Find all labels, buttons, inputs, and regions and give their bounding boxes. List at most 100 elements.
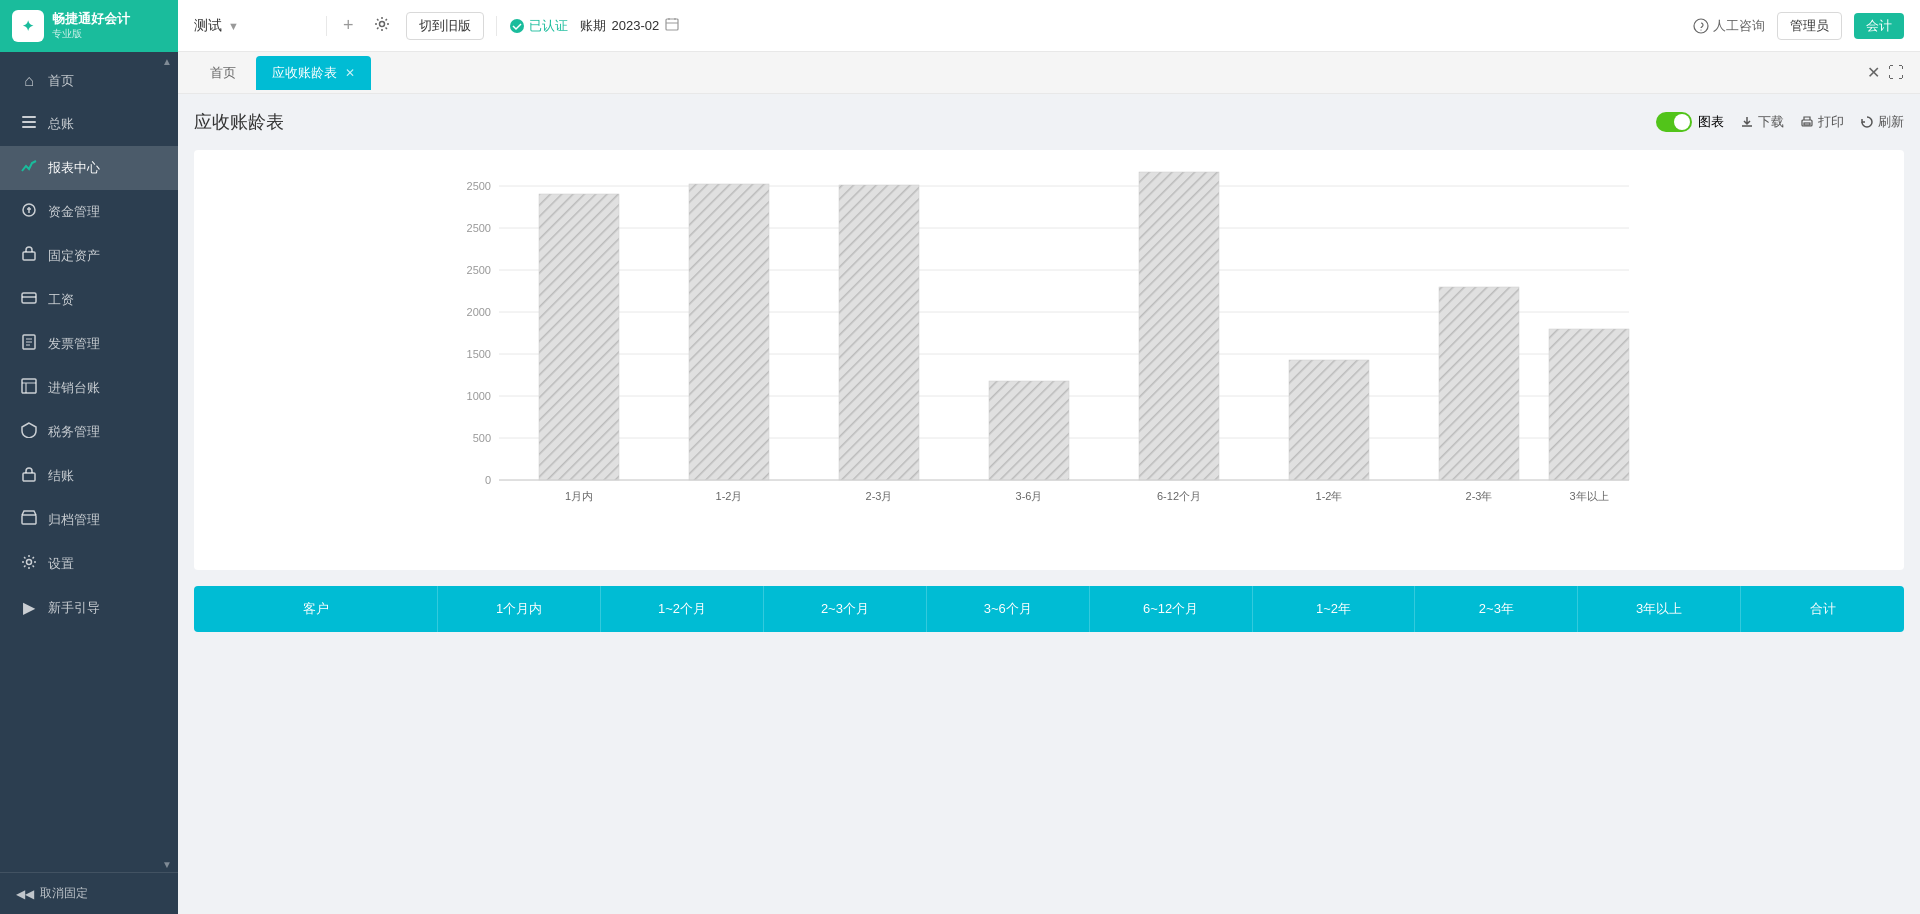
svg-rect-1 [22,121,36,123]
tab-close-icon[interactable]: ✕ [345,66,355,80]
svg-rect-4 [23,252,35,260]
th-6-12month: 6~12个月 [1090,586,1253,632]
tax-icon [20,422,38,442]
add-company-icon[interactable]: + [339,11,358,40]
certified-badge: 已认证 [509,17,568,35]
sidebar-label-guide: 新手引导 [48,599,100,617]
sidebar-item-archive[interactable]: 归档管理 [0,498,178,542]
old-version-button[interactable]: 切到旧版 [406,12,484,40]
sidebar-label-payroll: 工资 [48,291,74,309]
sidebar-item-assets[interactable]: 固定资产 [0,234,178,278]
th-customer: 客户 [194,586,438,632]
assets-icon [20,246,38,266]
sidebar-item-home[interactable]: ⌂ 首页 [0,60,178,102]
cancel-pin-button[interactable]: ◀◀ 取消固定 [0,872,178,914]
logo-sub: 专业版 [52,27,130,41]
svg-text:2500: 2500 [467,180,491,192]
table-header: 客户 1个月内 1~2个月 2~3个月 3~6个月 6~12个月 1~2年 2~… [194,586,1904,632]
sidebar-label-tax: 税务管理 [48,423,100,441]
sidebar-label-reports: 报表中心 [48,159,100,177]
th-3-6month: 3~6个月 [927,586,1090,632]
svg-text:1000: 1000 [467,390,491,402]
reports-icon [20,158,38,178]
svg-rect-13 [666,19,678,30]
funds-icon [20,202,38,222]
download-button[interactable]: 下载 [1740,113,1784,131]
th-2-3month: 2~3个月 [764,586,927,632]
th-3year-plus: 3年以上 [1578,586,1741,632]
sidebar-item-close[interactable]: 结账 [0,454,178,498]
sidebar-item-reports[interactable]: 报表中心 [0,146,178,190]
sidebar: ✦ 畅捷通好会计 专业版 ▲ ⌂ 首页 总账 [0,0,178,914]
svg-text:1-2年: 1-2年 [1316,490,1343,502]
company-selector[interactable]: 测试 ▼ [194,17,314,35]
svg-text:2000: 2000 [467,306,491,318]
tab-bar-right: ✕ ⛶ [1867,63,1904,82]
scroll-up-arrow[interactable]: ▲ [162,56,172,67]
sidebar-logo: ✦ 畅捷通好会计 专业版 [0,0,178,52]
company-name: 测试 [194,17,222,35]
sidebar-item-stock[interactable]: 进销台账 [0,366,178,410]
svg-point-10 [27,560,32,565]
tab-expand-icon[interactable]: ⛶ [1888,64,1904,82]
tab-close-window-icon[interactable]: ✕ [1867,63,1880,82]
svg-text:3-6月: 3-6月 [1016,490,1043,502]
sidebar-item-ledger[interactable]: 总账 [0,102,178,146]
th-1-2year: 1~2年 [1253,586,1416,632]
sidebar-item-invoice[interactable]: 发票管理 [0,322,178,366]
svg-text:1月内: 1月内 [565,490,593,502]
sidebar-item-guide[interactable]: ▶ 新手引导 [0,586,178,629]
scroll-down-arrow[interactable]: ▼ [162,859,172,870]
toggle-track[interactable] [1656,112,1692,132]
calendar-icon[interactable] [665,17,679,34]
tab-home[interactable]: 首页 [194,56,252,90]
svg-point-14 [1694,19,1708,33]
toolbar-right: 图表 下载 打印 [1656,112,1904,132]
role-button[interactable]: 会计 [1854,13,1904,39]
page-title-row: 应收账龄表 图表 下载 [194,110,1904,134]
support-button[interactable]: 人工咨询 [1693,17,1765,35]
sidebar-label-settings: 设置 [48,555,74,573]
svg-rect-48 [1439,287,1519,480]
company-dropdown-icon[interactable]: ▼ [228,20,239,32]
certified-label: 已认证 [529,17,568,35]
content-area: 应收账龄表 图表 下载 [178,94,1920,914]
logo-text: 畅捷通好会计 [52,11,130,28]
sidebar-item-tax[interactable]: 税务管理 [0,410,178,454]
manager-button[interactable]: 管理员 [1777,12,1842,40]
sidebar-label-assets: 固定资产 [48,247,100,265]
sidebar-item-payroll[interactable]: 工资 [0,278,178,322]
period-value: 2023-02 [612,18,660,33]
tab-active-label: 应收账龄表 [272,64,337,82]
svg-rect-38 [689,184,769,480]
svg-rect-40 [839,185,919,480]
chart-toggle[interactable]: 图表 [1656,112,1724,132]
toggle-label: 图表 [1698,113,1724,131]
payroll-icon [20,290,38,310]
th-1-2month: 1~2个月 [601,586,764,632]
main-area: 测试 ▼ + 切到旧版 已认证 账期 2023-02 [178,0,1920,914]
svg-rect-50 [1549,329,1629,480]
sidebar-item-settings[interactable]: 设置 [0,542,178,586]
invoice-icon [20,334,38,354]
tab-active[interactable]: 应收账龄表 ✕ [256,56,371,90]
svg-point-11 [379,21,384,26]
settings-icon [20,554,38,574]
svg-text:2-3年: 2-3年 [1466,490,1493,502]
archive-icon [20,510,38,530]
settings-header-icon[interactable] [370,12,394,40]
support-label: 人工咨询 [1713,17,1765,35]
svg-text:1500: 1500 [467,348,491,360]
svg-text:1-2月: 1-2月 [716,490,743,502]
cancel-pin-label: 取消固定 [40,885,88,902]
svg-text:2-3月: 2-3月 [866,490,893,502]
print-button[interactable]: 打印 [1800,113,1844,131]
refresh-button[interactable]: 刷新 [1860,113,1904,131]
svg-text:2500: 2500 [467,222,491,234]
svg-rect-0 [22,116,36,118]
sidebar-label-close: 结账 [48,467,74,485]
header-divider-2 [496,16,497,36]
svg-point-15 [1700,29,1701,30]
svg-rect-2 [22,126,36,128]
sidebar-item-funds[interactable]: 资金管理 [0,190,178,234]
